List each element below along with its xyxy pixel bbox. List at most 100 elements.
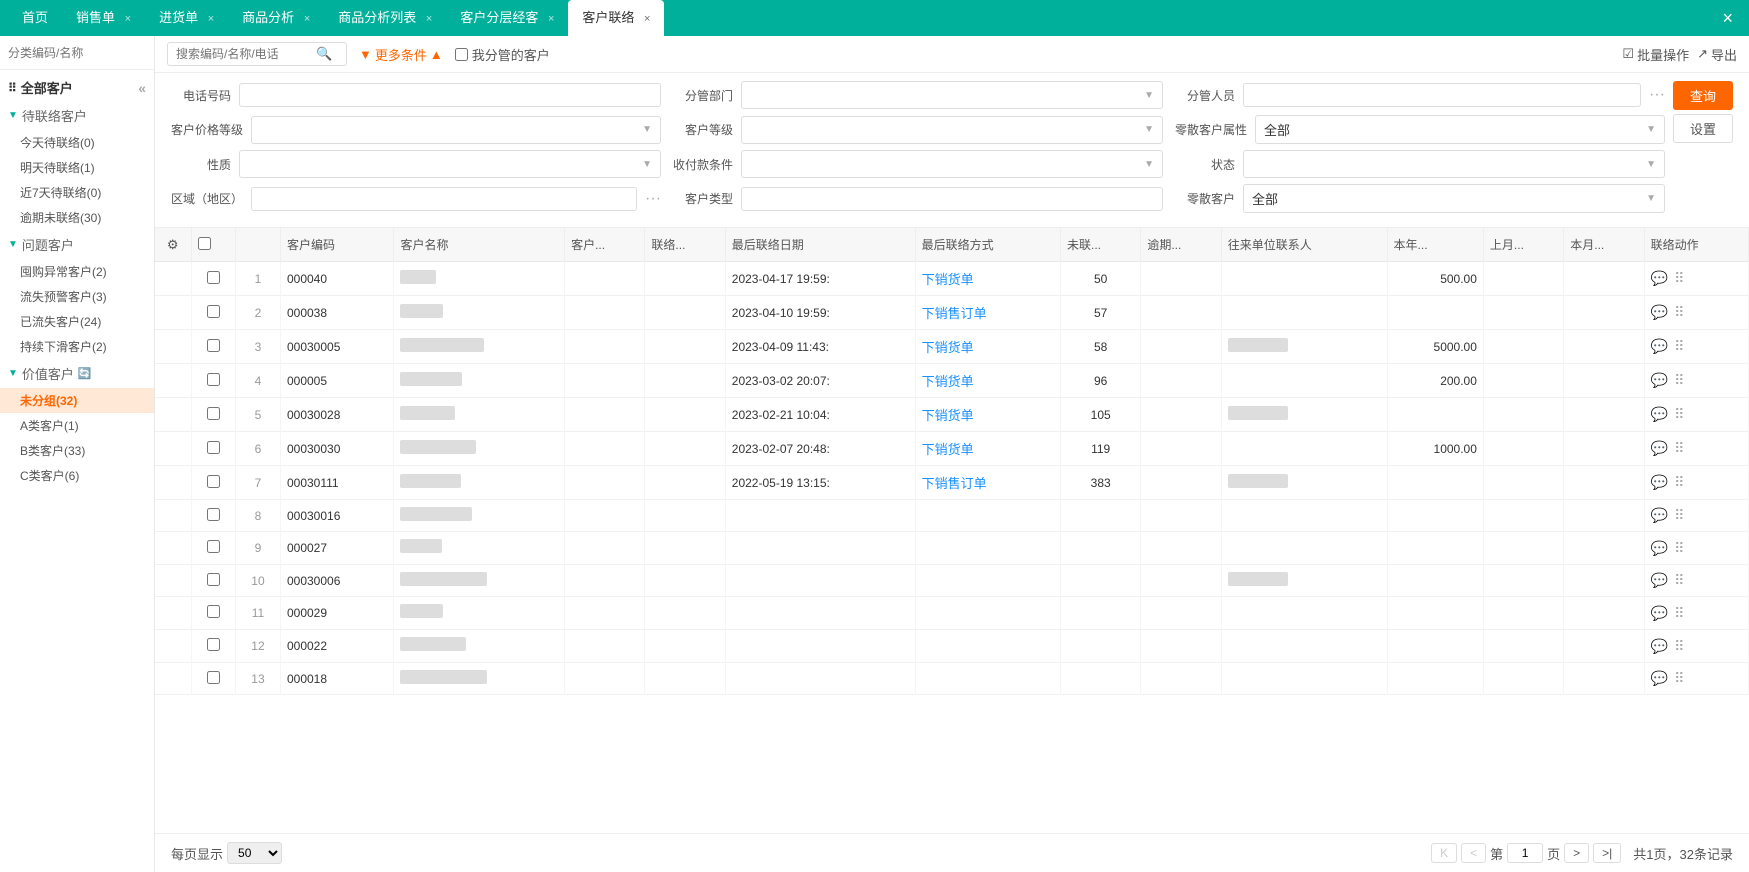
name-col-header[interactable]: 客户名称 [394,228,565,262]
last-contact-date-col-header[interactable]: 最后联络日期 [725,228,915,262]
contact-way-link[interactable]: 下销货单 [922,374,974,389]
sidebar-item-churned[interactable]: 已流失客户(24) [0,309,154,334]
sidebar-item-ungrouped[interactable]: 未分组(32) [0,388,154,413]
payment-select[interactable]: ▼ [741,150,1163,178]
next-page-btn[interactable]: > [1564,843,1589,863]
sidebar-group-problems[interactable]: ▼ 问题客户 [0,230,154,259]
this-month-col-header[interactable]: 本月... [1564,228,1644,262]
sidebar-item-overdue-uncontacted[interactable]: 逾期未联络(30) [0,205,154,230]
grid-action-icon[interactable]: ⠿ [1674,338,1684,355]
message-action-icon[interactable]: 💬 [1651,638,1668,655]
prev-page-btn[interactable]: < [1461,843,1486,863]
message-action-icon[interactable]: 💬 [1651,372,1668,389]
nav-customer-segment[interactable]: 客户分层经客 × [446,0,568,36]
grid-action-icon[interactable]: ⠿ [1674,372,1684,389]
all-customers-header[interactable]: ⠿ 全部客户 « [0,70,154,101]
sidebar-item-hoarding-abnormal[interactable]: 囤购异常客户(2) [0,259,154,284]
contact-way-link[interactable]: 下销售订单 [922,476,987,491]
retail-select[interactable]: 全部 ▼ [1243,184,1665,213]
row-checkbox[interactable] [207,407,220,420]
price-level-select[interactable]: ▼ [251,116,661,144]
sidebar-item-tomorrow-waiting[interactable]: 明天待联络(1) [0,155,154,180]
partner-contact-col-header[interactable]: 往来单位联系人 [1221,228,1387,262]
query-button[interactable]: 查询 [1673,81,1733,110]
sidebar-item-churn-warning[interactable]: 流失预警客户(3) [0,284,154,309]
nav-product-analysis[interactable]: 商品分析 × [228,0,324,36]
message-action-icon[interactable]: 💬 [1651,440,1668,457]
row-checkbox[interactable] [207,638,220,651]
contact-way-link[interactable]: 下销货单 [922,272,974,287]
first-page-btn[interactable]: K [1431,843,1457,863]
message-action-icon[interactable]: 💬 [1651,474,1668,491]
grid-action-icon[interactable]: ⠿ [1674,670,1684,687]
type-col-header[interactable]: 客户... [565,228,645,262]
message-action-icon[interactable]: 💬 [1651,670,1668,687]
sidebar-item-a-class[interactable]: A类客户(1) [0,413,154,438]
row-checkbox[interactable] [207,305,220,318]
sidebar-group-value[interactable]: ▼ 价值客户 🔄 [0,359,154,388]
message-action-icon[interactable]: 💬 [1651,406,1668,423]
contact-way-link[interactable]: 下销货单 [922,340,974,355]
export-btn[interactable]: ↗ 导出 [1697,45,1737,64]
nature-select[interactable]: ▼ [239,150,661,178]
manager-dots-btn[interactable]: ··· [1649,86,1665,104]
row-checkbox[interactable] [207,475,220,488]
row-checkbox[interactable] [207,271,220,284]
refresh-badge[interactable]: 🔄 [78,367,92,380]
filter-more-conditions[interactable]: ▼ 更多条件 ▲ [359,45,443,64]
nav-sales[interactable]: 销售单 × [62,0,145,36]
close-purchase-tab[interactable]: × [208,13,214,25]
grid-action-icon[interactable]: ⠿ [1674,304,1684,321]
row-checkbox[interactable] [207,605,220,618]
filter-search-icon[interactable]: 🔍 [316,46,332,62]
scatter-attr-select[interactable]: 全部 ▼ [1255,115,1665,144]
sidebar-search-input[interactable] [8,46,155,60]
status-select[interactable]: ▼ [1243,150,1665,178]
row-checkbox[interactable] [207,339,220,352]
nav-customer-contact[interactable]: 客户联络 × [568,0,664,36]
nav-purchase[interactable]: 进货单 × [145,0,228,36]
batch-operation-btn[interactable]: ☑ 批量操作 [1622,45,1689,64]
nav-close-btn[interactable]: × [1714,8,1741,29]
message-action-icon[interactable]: 💬 [1651,338,1668,355]
sidebar-collapse-btn[interactable]: « [138,80,146,96]
contact-way-link[interactable]: 下销货单 [922,442,974,457]
close-customer-segment-tab[interactable]: × [548,13,554,25]
sidebar-group-waiting[interactable]: ▼ 待联络客户 [0,101,154,130]
sidebar-item-declining[interactable]: 持续下滑客户(2) [0,334,154,359]
last-month-col-header[interactable]: 上月... [1483,228,1563,262]
grid-action-icon[interactable]: ⠿ [1674,540,1684,557]
message-action-icon[interactable]: 💬 [1651,507,1668,524]
grid-action-icon[interactable]: ⠿ [1674,605,1684,622]
settings-icon[interactable]: ⚙ [167,237,179,253]
select-all-checkbox[interactable] [198,237,211,250]
manager-input[interactable] [1243,83,1641,107]
filter-search-input[interactable] [176,47,316,61]
code-col-header[interactable]: 客户编码 [280,228,393,262]
reset-button[interactable]: 设置 [1673,114,1733,143]
grid-action-icon[interactable]: ⠿ [1674,638,1684,655]
row-checkbox[interactable] [207,508,220,521]
close-product-analysis-list-tab[interactable]: × [426,13,432,25]
checkbox-col-header[interactable] [191,228,235,262]
this-year-col-header[interactable]: 本年... [1387,228,1483,262]
message-action-icon[interactable]: 💬 [1651,605,1668,622]
row-checkbox[interactable] [207,671,220,684]
sidebar-item-c-class[interactable]: C类客户(6) [0,463,154,488]
message-action-icon[interactable]: 💬 [1651,540,1668,557]
dept-select[interactable]: ▼ [741,81,1163,109]
overdue-col-header[interactable]: 逾期... [1141,228,1221,262]
page-size-dropdown[interactable]: 50 100 200 [227,842,282,864]
not-contacted-col-header[interactable]: 未联... [1060,228,1140,262]
settings-col-header[interactable]: ⚙ [155,228,191,262]
sidebar-item-7days-waiting[interactable]: 近7天待联络(0) [0,180,154,205]
contact-way-link[interactable]: 下销售订单 [922,306,987,321]
my-customers-checkbox[interactable] [455,48,468,61]
grid-action-icon[interactable]: ⠿ [1674,572,1684,589]
page-input[interactable] [1507,843,1543,863]
phone-input[interactable] [239,83,661,107]
row-checkbox[interactable] [207,540,220,553]
message-action-icon[interactable]: 💬 [1651,270,1668,287]
nav-home[interactable]: 首页 [8,0,62,36]
customer-level-select[interactable]: ▼ [741,116,1163,144]
